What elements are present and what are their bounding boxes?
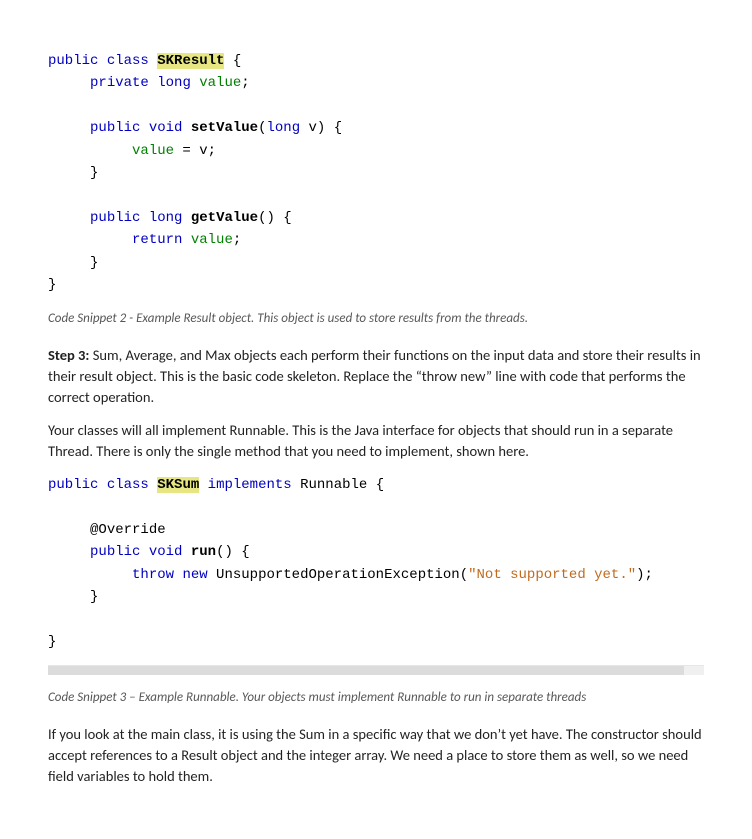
scrollbar-thumb[interactable] xyxy=(48,666,684,675)
constructor-paragraph: If you look at the main class, it is usi… xyxy=(48,724,704,787)
horizontal-scrollbar[interactable] xyxy=(48,665,704,675)
step-3-paragraph: Step 3: Sum, Average, and Max objects ea… xyxy=(48,345,704,408)
runnable-paragraph: Your classes will all implement Runnable… xyxy=(48,420,704,462)
caption-snippet-3: Code Snippet 3 – Example Runnable. Your … xyxy=(48,689,704,708)
caption-snippet-2: Code Snippet 2 - Example Result object. … xyxy=(48,310,704,329)
code-snippet-3: public class SKSum implements Runnable {… xyxy=(48,474,704,653)
code-snippet-2: public class SKResult { private long val… xyxy=(48,50,704,296)
step-3-label: Step 3: xyxy=(48,346,89,364)
step-3-text: Sum, Average, and Max objects each perfo… xyxy=(48,346,701,406)
